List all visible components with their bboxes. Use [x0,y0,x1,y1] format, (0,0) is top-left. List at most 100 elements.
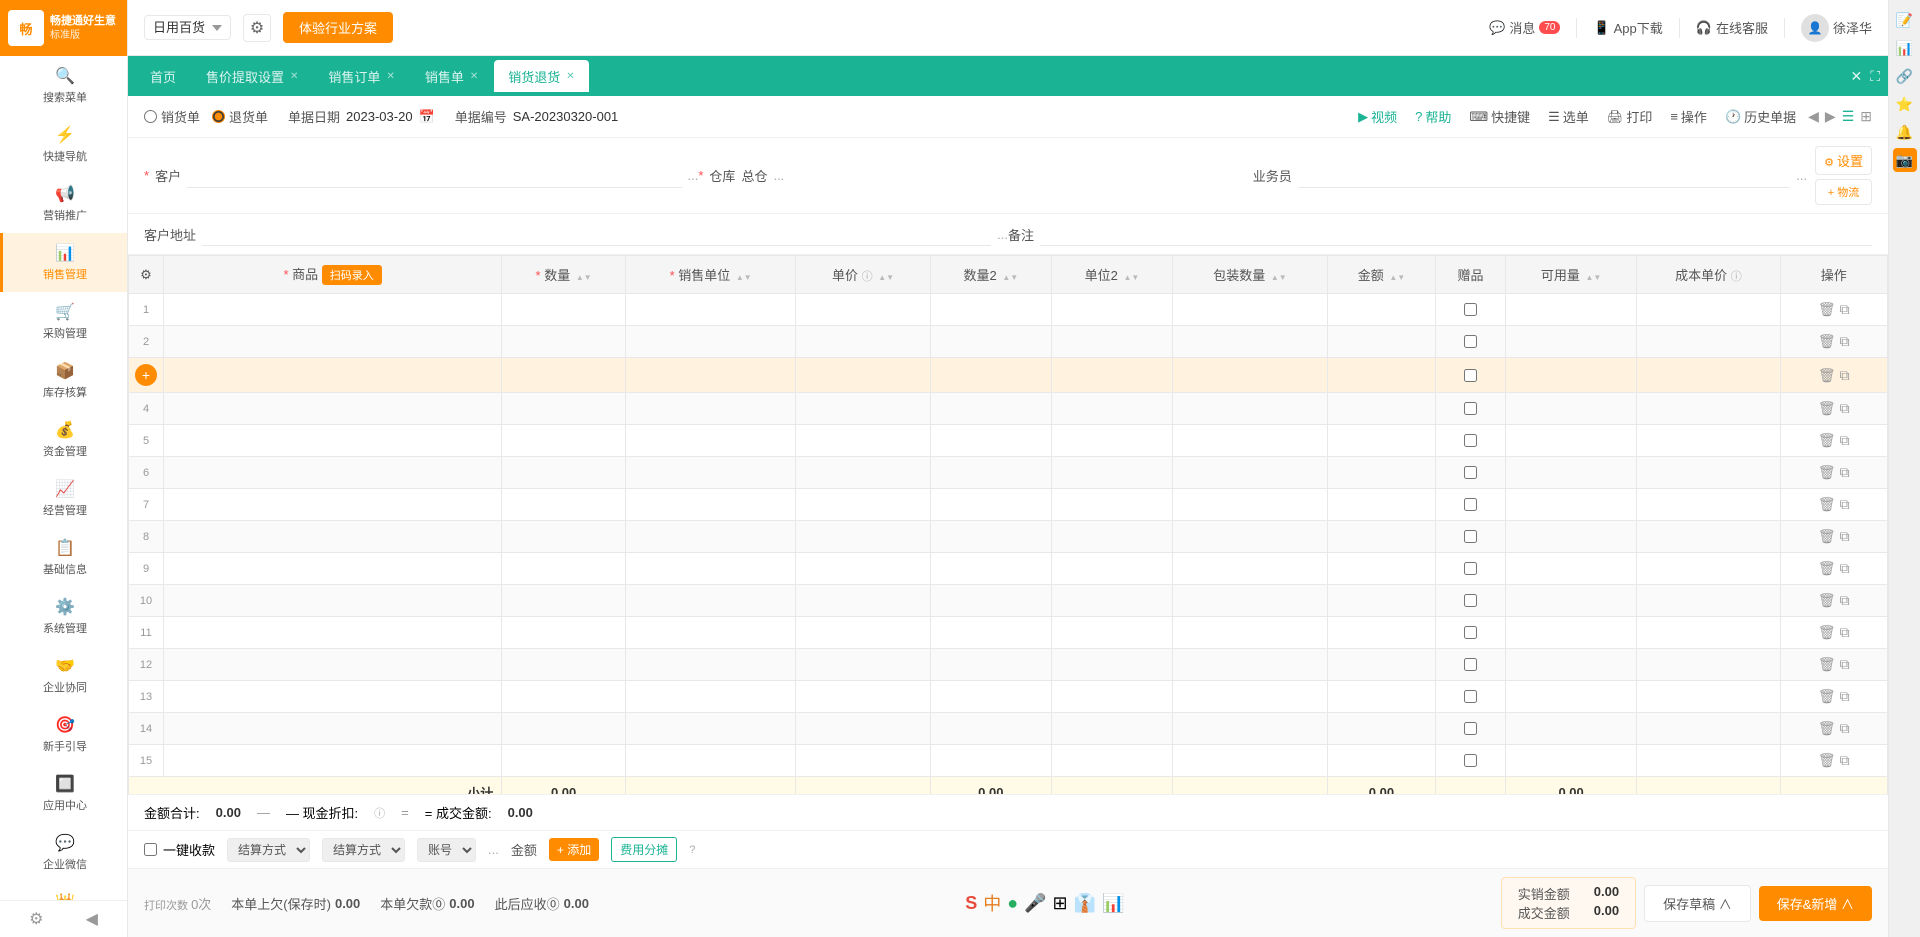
save-new-btn[interactable]: 保存&新增 ∧ [1759,886,1872,921]
sidebar-item-member[interactable]: 👑 畅会员 [0,882,127,900]
price-cell-1[interactable] [796,294,930,326]
help-btn[interactable]: ? 帮助 [1409,104,1457,129]
sidebar-item-marketing[interactable]: 📢 营销推广 [0,174,127,233]
add-row-btn[interactable]: + [135,364,157,386]
fee-split-help-icon[interactable]: ? [689,844,695,856]
cost-price-info-icon[interactable]: ⓘ [1731,271,1742,283]
unit-cell-2[interactable] [626,326,796,358]
footer-icon-5[interactable]: ⊞ [1053,893,1068,914]
address-input[interactable] [202,222,991,246]
copy-btn[interactable]: ⧉ [1840,496,1850,513]
amount-cell-2[interactable] [1327,326,1435,358]
copy-btn[interactable]: ⧉ [1840,688,1850,705]
sidebar-item-basic[interactable]: 📋 基础信息 [0,528,127,587]
tab-sales-delivery[interactable]: 销售单 ✕ [411,60,492,92]
amount-cell-3[interactable] [1327,358,1435,393]
unit2-cell-1[interactable] [1051,294,1172,326]
unit2-cell-3[interactable] [1051,358,1172,393]
fee-split-btn[interactable]: 费用分摊 [611,837,677,862]
cost-cell-2[interactable] [1637,326,1780,358]
experience-btn[interactable]: 体验行业方案 [283,12,393,43]
tab-sales-return[interactable]: 销货退货 ✕ [494,60,588,92]
user-profile-btn[interactable]: 👤 徐泽华 [1801,14,1872,42]
view-grid-btn[interactable]: ⊞ [1860,108,1872,125]
delete-btn[interactable]: 🗑 [1818,720,1836,737]
tab-home[interactable]: 首页 [136,60,190,92]
save-draft-btn[interactable]: 保存草稿 ∧ [1644,885,1751,922]
available-sort[interactable]: ▲▼ [1586,273,1602,282]
tab-close-price-settings[interactable]: ✕ [290,71,298,82]
sidebar-item-inventory[interactable]: 📦 库存核算 [0,351,127,410]
copy-row-btn-2[interactable]: ⧉ [1840,333,1850,350]
customer-dots-btn[interactable]: ... [688,168,699,183]
one-click-payment-field[interactable]: 一键收款 [144,840,215,859]
settings-action-btn[interactable]: ⚙ 设置 [1815,146,1872,175]
pack-cell-2[interactable] [1173,326,1328,358]
gift-cell-1[interactable] [1436,294,1506,326]
tab-close-sales-order[interactable]: ✕ [386,71,394,82]
qty2-cell-3[interactable] [930,358,1051,393]
delete-btn[interactable]: 🗑 [1818,400,1836,417]
product-input-3[interactable] [170,368,495,383]
app-download-btn[interactable]: 📱 App下载 [1593,18,1662,37]
radio-delivery[interactable]: 销货单 [144,107,200,126]
footer-icon-3[interactable]: ● [1007,893,1018,914]
sidebar-item-newbie[interactable]: 🎯 新手引导 [0,705,127,764]
delete-row-btn-2[interactable]: 🗑 [1818,333,1836,350]
industry-select[interactable]: 日用百货 [144,15,231,40]
available-cell-2[interactable] [1505,326,1637,358]
nav-next-btn[interactable]: ▶ [1825,108,1836,125]
sidebar-settings-btn[interactable]: ⚙ [29,909,43,929]
cost-cell-3[interactable] [1637,358,1780,393]
account-calc-method-select[interactable]: 结算方式 [322,838,405,862]
available-cell-1[interactable] [1505,294,1637,326]
pack-cell-3[interactable] [1173,358,1328,393]
qty-cell-2[interactable] [502,326,626,358]
copy-btn[interactable]: ⧉ [1840,432,1850,449]
sidebar-item-finance[interactable]: 💰 资金管理 [0,410,127,469]
add-payment-btn[interactable]: + 添加 [549,838,599,861]
sidebar-collapse-btn[interactable]: ◀ [86,909,98,929]
account-number-select[interactable]: 账号 [417,838,476,862]
right-panel-btn-4[interactable]: ⭐ [1893,92,1917,116]
add-row-cell[interactable]: + [129,358,164,393]
sidebar-item-operations[interactable]: 📈 经营管理 [0,469,127,528]
unit2-sort[interactable]: ▲▼ [1123,273,1139,282]
copy-btn[interactable]: ⧉ [1840,400,1850,417]
salesperson-input[interactable] [1298,164,1791,188]
copy-btn[interactable]: ⧉ [1840,560,1850,577]
pack-cell-1[interactable] [1173,294,1328,326]
unit2-cell-2[interactable] [1051,326,1172,358]
sales-unit-sort[interactable]: ▲▼ [736,273,752,282]
delete-btn[interactable]: 🗑 [1818,624,1836,641]
delete-row-btn-3[interactable]: 🗑 [1818,367,1836,384]
account-method-select[interactable]: 结算方式 [227,838,310,862]
unit-price-sort[interactable]: ▲▼ [878,273,894,282]
qty2-cell-2[interactable] [930,326,1051,358]
tab-sales-order[interactable]: 销售订单 ✕ [314,60,408,92]
copy-row-btn-1[interactable]: ⧉ [1840,301,1850,318]
qty2-cell-1[interactable] [930,294,1051,326]
salesperson-dots-btn[interactable]: ... [1796,168,1807,183]
message-btn[interactable]: 💬 消息 70 [1489,18,1560,37]
footer-icon-4[interactable]: 🎤 [1024,893,1046,914]
video-btn[interactable]: ▶ 视频 [1352,104,1403,129]
footer-icon-6[interactable]: 👔 [1074,893,1096,914]
delete-btn[interactable]: 🗑 [1818,688,1836,705]
copy-btn[interactable]: ⧉ [1840,592,1850,609]
select-btn[interactable]: ☰ 选单 [1542,104,1595,129]
cost-cell-1[interactable] [1637,294,1780,326]
delete-btn[interactable]: 🗑 [1818,464,1836,481]
copy-row-btn-3[interactable]: ⧉ [1840,367,1850,384]
delete-btn[interactable]: 🗑 [1818,592,1836,609]
delete-btn[interactable]: 🗑 [1818,560,1836,577]
copy-btn[interactable]: ⧉ [1840,624,1850,641]
product-cell-2[interactable] [164,326,502,358]
cash-discount-info[interactable]: ⓘ [374,805,385,821]
warehouse-dots-btn[interactable]: ... [773,168,784,183]
quantity-sort[interactable]: ▲▼ [576,273,592,282]
copy-btn[interactable]: ⧉ [1840,528,1850,545]
product-cell-3[interactable] [164,358,502,393]
right-panel-btn-1[interactable]: 📝 [1893,8,1917,32]
footer-icon-2[interactable]: 中 [983,890,1001,916]
